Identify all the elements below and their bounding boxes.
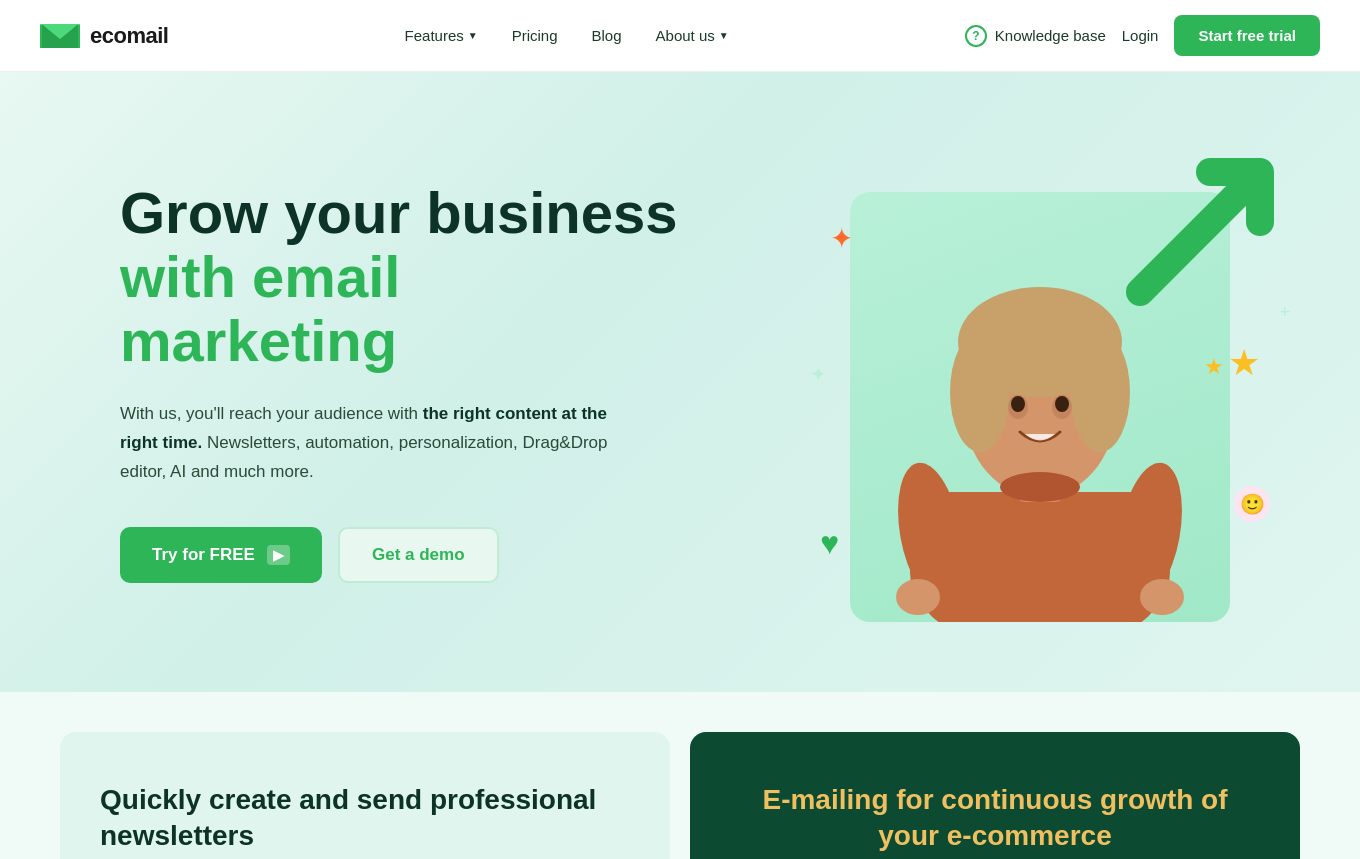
svg-point-14 [1055,396,1069,412]
hero-title-line1: Grow your business [120,180,678,245]
svg-rect-5 [930,492,1150,622]
svg-point-15 [1000,472,1080,502]
green-star-small-icon: ✦ [810,362,827,386]
card-ecommerce-title: E-mailing for continuous growth of your … [730,782,1260,855]
yellow-star-small-icon: ★ [1204,354,1224,380]
cards-section: Quickly create and send professional new… [0,692,1360,859]
svg-point-18 [896,579,940,615]
logo-text: ecomail [90,23,168,49]
hero-content: Grow your business with email marketing … [120,181,680,583]
logo-icon [40,20,80,52]
features-chevron-icon: ▼ [468,30,478,41]
hero-arrow-graphic [1120,152,1280,316]
card-newsletters: Quickly create and send professional new… [60,732,670,859]
nav-pricing[interactable]: Pricing [498,19,572,52]
hero-title: Grow your business with email marketing [120,181,680,372]
login-link[interactable]: Login [1122,27,1159,44]
card-newsletters-title: Quickly create and send professional new… [100,782,630,855]
svg-point-10 [1070,332,1130,452]
nav-blog[interactable]: Blog [578,19,636,52]
heart-icon: ♥ [820,525,839,562]
yellow-star-big-icon: ★ [1228,342,1260,384]
logo-link[interactable]: ecomail [40,20,168,52]
about-chevron-icon: ▼ [719,30,729,41]
try-free-arrow-icon: ▶ [267,545,290,565]
knowledge-base-link[interactable]: ? Knowledge base [965,25,1106,47]
green-star-right-icon: + [1279,302,1290,323]
smiley-icon: 🙂 [1234,486,1270,522]
get-demo-button[interactable]: Get a demo [338,527,499,583]
hero-buttons: Try for FREE ▶ Get a demo [120,527,680,583]
hero-description: With us, you'll reach your audience with… [120,400,620,487]
svg-point-13 [1011,396,1025,412]
hero-section: Grow your business with email marketing … [0,72,1360,692]
hero-image-area: ✦ ✦ + [800,142,1280,622]
yellow-stars-decoration: ★ ★ [1204,342,1260,384]
start-trial-button[interactable]: Start free trial [1174,15,1320,56]
knowledge-base-icon: ? [965,25,987,47]
svg-point-19 [1140,579,1184,615]
arrow-up-right-icon [1120,152,1280,312]
svg-point-9 [950,332,1010,452]
nav-right: ? Knowledge base Login Start free trial [965,15,1320,56]
try-free-button[interactable]: Try for FREE ▶ [120,527,322,583]
hero-title-line2: with email marketing [120,245,680,373]
nav-links: Features ▼ Pricing Blog About us ▼ [391,19,743,52]
navbar: ecomail Features ▼ Pricing Blog About us… [0,0,1360,72]
nav-features[interactable]: Features ▼ [391,19,492,52]
nav-about[interactable]: About us ▼ [642,19,743,52]
card-ecommerce: E-mailing for continuous growth of your … [690,732,1300,859]
